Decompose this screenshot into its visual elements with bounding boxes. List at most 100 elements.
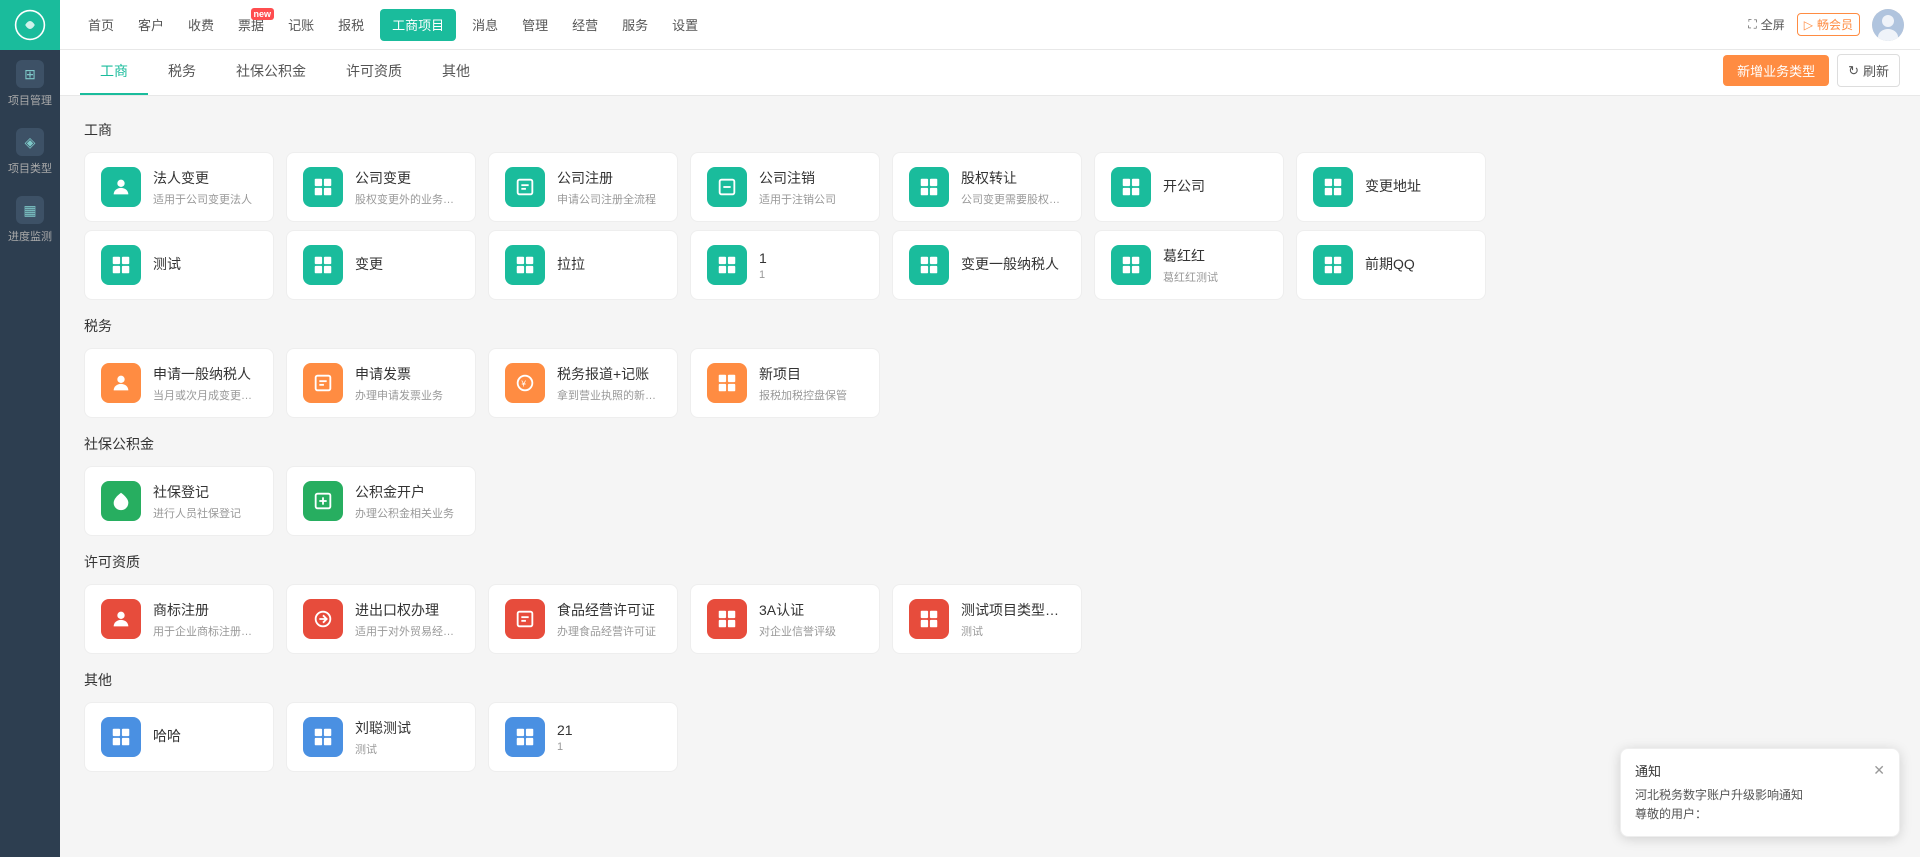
- tab-shuiwu[interactable]: 税务: [148, 50, 216, 95]
- card-gs6[interactable]: 开公司: [1094, 152, 1284, 222]
- card-sw4[interactable]: 新项目 报税加税控盘保管: [690, 348, 880, 418]
- nav-tax[interactable]: 报税: [326, 0, 376, 50]
- topnav-right: ⛶ 全屏 ▷ 畅会员: [1748, 9, 1904, 41]
- card-desc-xk3: 办理食品经营许可证: [557, 623, 661, 639]
- notification-popup: 通知 ✕ 河北税务数字账户升级影响通知尊敬的用户：: [1620, 748, 1900, 837]
- card-gs3[interactable]: 公司注册 申请公司注册全流程: [488, 152, 678, 222]
- tab-shebao[interactable]: 社保公积金: [216, 50, 326, 95]
- nav-service[interactable]: 服务: [610, 0, 660, 50]
- card-gs8[interactable]: 测试: [84, 230, 274, 300]
- card-info-sw3: 税务报道+记账 拿到营业执照的新公司: [557, 364, 661, 403]
- card-desc-gs2: 股权变更外的业务变更: [355, 191, 459, 207]
- nav-home[interactable]: 首页: [76, 0, 126, 50]
- card-sb1[interactable]: 社保登记 进行人员社保登记: [84, 466, 274, 536]
- section-title-gongshang: 工商: [84, 120, 1896, 140]
- card-gs13[interactable]: 葛红红 葛红红测试: [1094, 230, 1284, 300]
- card-gs1[interactable]: 法人变更 适用于公司变更法人: [84, 152, 274, 222]
- card-info-gs9: 变更: [355, 254, 459, 277]
- card-icon-sb2: [303, 481, 343, 521]
- add-type-button[interactable]: 新增业务类型: [1723, 55, 1829, 86]
- logo[interactable]: [0, 0, 60, 50]
- card-info-ot3: 21 1: [557, 722, 661, 753]
- nav-ticket[interactable]: 票据 new: [226, 0, 276, 50]
- section-title-other: 其他: [84, 670, 1896, 690]
- card-icon-sb1: [101, 481, 141, 521]
- card-sb2[interactable]: 公积金开户 办理公积金相关业务: [286, 466, 476, 536]
- sidebar-item-progress-monitor[interactable]: ▦ 进度监测: [0, 186, 60, 254]
- card-info-xk5: 测试项目类型自定义 测试: [961, 600, 1065, 639]
- notification-title: 通知: [1635, 761, 1661, 780]
- card-gs7[interactable]: 变更地址: [1296, 152, 1486, 222]
- card-info-sw4: 新项目 报税加税控盘保管: [759, 364, 863, 403]
- card-title-sb1: 社保登记: [153, 482, 257, 502]
- card-ot3[interactable]: 21 1: [488, 702, 678, 772]
- card-desc-gs5: 公司变更需要股权转让: [961, 191, 1065, 207]
- nav-message[interactable]: 消息: [460, 0, 510, 50]
- project-mgmt-icon: ⊞: [16, 60, 44, 88]
- page: 工商 税务 社保公积金 许可资质 其他 新增业务类型 ↻ 刷新 工商: [60, 50, 1920, 857]
- card-desc-gs11: 1: [759, 269, 863, 281]
- card-icon-gs3: [505, 167, 545, 207]
- card-info-xk2: 进出口权办理 适用于对外贸易经营者: [355, 600, 459, 639]
- nav-operation[interactable]: 经营: [560, 0, 610, 50]
- card-desc-ot2: 测试: [355, 741, 459, 757]
- card-gs11[interactable]: 1 1: [690, 230, 880, 300]
- notification-text: 河北税务数字账户升级影响通知尊敬的用户：: [1635, 786, 1885, 824]
- card-ot2[interactable]: 刘聪测试 测试: [286, 702, 476, 772]
- nav-biz[interactable]: 工商项目: [380, 9, 456, 41]
- card-gs2[interactable]: 公司变更 股权变更外的业务变更: [286, 152, 476, 222]
- sidebar: ⊞ 项目管理 ◈ 项目类型 ▦ 进度监测: [0, 0, 60, 857]
- tab-other[interactable]: 其他: [422, 50, 490, 95]
- cards-xuke: 商标注册 用于企业商标注册服务 进出口权办理 适用于对外贸易经营者: [84, 584, 1896, 654]
- card-desc-sw4: 报税加税控盘保管: [759, 387, 863, 403]
- tab-xuke[interactable]: 许可资质: [326, 50, 422, 95]
- progress-monitor-icon: ▦: [16, 196, 44, 224]
- card-title-xk3: 食品经营许可证: [557, 600, 661, 620]
- nav-fee[interactable]: 收费: [176, 0, 226, 50]
- card-sw1[interactable]: 申请一般纳税人 当月或次月成变更完成: [84, 348, 274, 418]
- tab-gongshang[interactable]: 工商: [80, 50, 148, 95]
- card-title-gs14: 前期QQ: [1365, 254, 1469, 274]
- refresh-button[interactable]: ↻ 刷新: [1837, 54, 1900, 87]
- card-gs10[interactable]: 拉拉: [488, 230, 678, 300]
- card-gs5[interactable]: 股权转让 公司变更需要股权转让: [892, 152, 1082, 222]
- section-title-xuke: 许可资质: [84, 552, 1896, 572]
- card-desc-sw2: 办理申请发票业务: [355, 387, 459, 403]
- card-title-gs1: 法人变更: [153, 168, 257, 188]
- card-xk1[interactable]: 商标注册 用于企业商标注册服务: [84, 584, 274, 654]
- card-gs9[interactable]: 变更: [286, 230, 476, 300]
- fullscreen-btn[interactable]: ⛶ 全屏: [1748, 16, 1784, 33]
- sidebar-item-project-mgmt[interactable]: ⊞ 项目管理: [0, 50, 60, 118]
- card-title-gs8: 测试: [153, 254, 257, 274]
- card-title-xk5: 测试项目类型自定义: [961, 600, 1065, 620]
- card-title-xk4: 3A认证: [759, 600, 863, 620]
- nav-management[interactable]: 管理: [510, 0, 560, 50]
- card-gs14[interactable]: 前期QQ: [1296, 230, 1486, 300]
- card-sw3[interactable]: ¥ 税务报道+记账 拿到营业执照的新公司: [488, 348, 678, 418]
- fullscreen-icon: ⛶: [1748, 17, 1756, 32]
- card-sw2[interactable]: 申请发票 办理申请发票业务: [286, 348, 476, 418]
- card-desc-gs1: 适用于公司变更法人: [153, 191, 257, 207]
- card-info-gs6: 开公司: [1163, 176, 1267, 199]
- card-title-gs3: 公司注册: [557, 168, 661, 188]
- nav-account[interactable]: 记账: [276, 0, 326, 50]
- card-gs12[interactable]: 变更一般纳税人: [892, 230, 1082, 300]
- user-avatar[interactable]: [1872, 9, 1904, 41]
- card-xk5[interactable]: 测试项目类型自定义 测试: [892, 584, 1082, 654]
- card-info-sb2: 公积金开户 办理公积金相关业务: [355, 482, 459, 521]
- member-btn[interactable]: ▷ 畅会员: [1797, 13, 1860, 36]
- nav-settings[interactable]: 设置: [660, 0, 710, 50]
- card-xk2[interactable]: 进出口权办理 适用于对外贸易经营者: [286, 584, 476, 654]
- main-wrapper: 首页 客户 收费 票据 new 记账 报税 工商项目 消息 管理 经营 服务 设…: [60, 0, 1920, 857]
- sidebar-item-project-type[interactable]: ◈ 项目类型: [0, 118, 60, 186]
- notification-close-btn[interactable]: ✕: [1873, 762, 1885, 779]
- card-ot1[interactable]: 哈哈: [84, 702, 274, 772]
- cards-shebao: 社保登记 进行人员社保登记 公积金开户 办理公积金相关业务: [84, 466, 1896, 536]
- nav-customer[interactable]: 客户: [126, 0, 176, 50]
- play-icon: ▷: [1804, 18, 1813, 32]
- card-xk4[interactable]: 3A认证 对企业信誉评级: [690, 584, 880, 654]
- card-icon-gs12: [909, 245, 949, 285]
- card-gs4[interactable]: 公司注销 适用于注销公司: [690, 152, 880, 222]
- card-info-gs2: 公司变更 股权变更外的业务变更: [355, 168, 459, 207]
- card-xk3[interactable]: 食品经营许可证 办理食品经营许可证: [488, 584, 678, 654]
